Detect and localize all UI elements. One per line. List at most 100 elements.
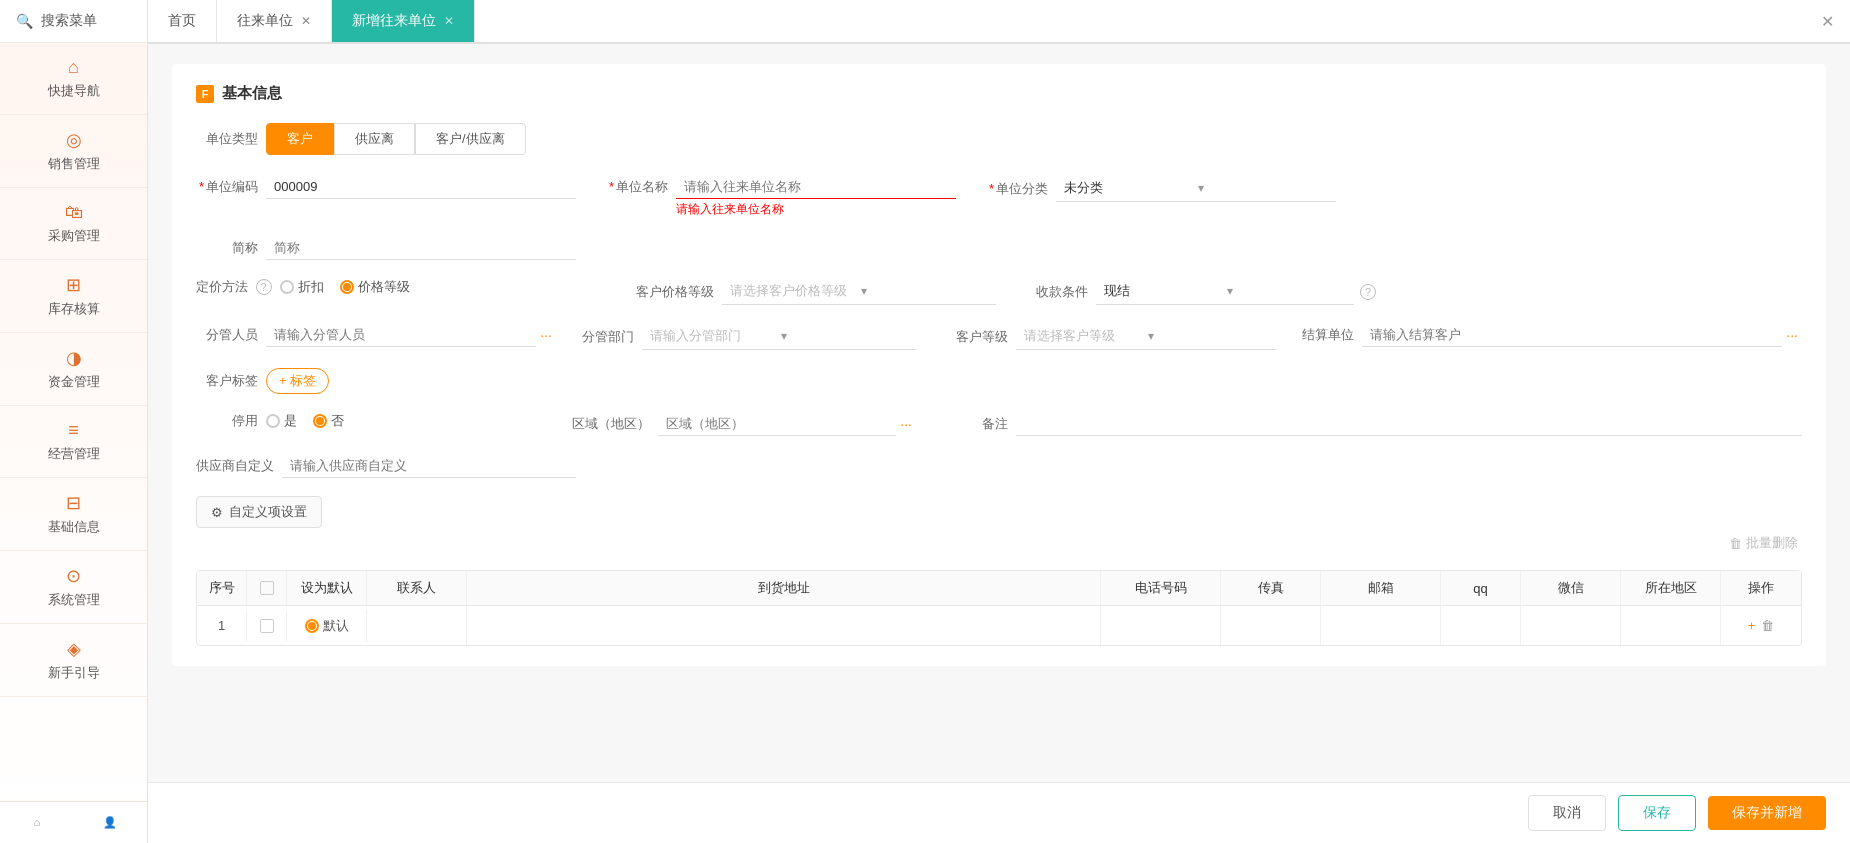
section-icon: F	[196, 85, 214, 103]
sidebar-item-label: 经营管理	[48, 445, 100, 463]
custom-settings-area: ⚙ 自定义项设置	[196, 496, 1802, 528]
name-error-text: 请输入往来单位名称	[606, 201, 784, 218]
payment-value: 现结	[1104, 282, 1223, 300]
custom-settings-button[interactable]: ⚙ 自定义项设置	[196, 496, 322, 528]
col-header-no: 序号	[197, 571, 247, 605]
cell-qq[interactable]	[1441, 606, 1521, 645]
disabled-yes-circle	[266, 414, 280, 428]
phone-input[interactable]	[1101, 614, 1221, 637]
content-area: F 基本信息 单位类型 客户 供应离 客户/供应离 *单位编	[148, 44, 1850, 782]
col-header-contact: 联系人	[367, 571, 467, 605]
cell-phone[interactable]	[1101, 606, 1221, 645]
tag-row: 客户标签 + 标签	[196, 368, 1802, 394]
cell-fax[interactable]	[1221, 606, 1321, 645]
region-input[interactable]	[658, 412, 896, 436]
customer-level-placeholder: 请选择客户等级	[1024, 327, 1144, 345]
region-field: 区域（地区） ···	[556, 412, 916, 436]
capital-icon: ◑	[66, 347, 82, 369]
save-button[interactable]: 保存	[1618, 795, 1696, 831]
tab-close-all-button[interactable]: ✕	[1805, 0, 1850, 42]
disabled-no-radio[interactable]: 否	[313, 412, 344, 430]
pricing-level-radio[interactable]: 价格等级	[340, 278, 410, 296]
tab-home[interactable]: 首页	[148, 0, 217, 42]
cell-check[interactable]	[247, 611, 287, 641]
unit-type-customer[interactable]: 客户	[266, 123, 334, 155]
cancel-button[interactable]: 取消	[1528, 795, 1606, 831]
pricing-level-dot	[343, 283, 351, 291]
quick-nav-icon: ⌂	[68, 57, 79, 78]
custom-settings-label: 自定义项设置	[229, 503, 307, 521]
sidebar-search[interactable]: 🔍 搜索菜单	[0, 0, 147, 43]
sidebar-bottom: ⌂ 👤	[0, 801, 147, 843]
sidebar-item-purchase[interactable]: 🛍 采购管理	[0, 188, 147, 260]
default-radio-circle	[305, 619, 319, 633]
disabled-label: 停用	[196, 412, 266, 430]
cell-region[interactable]	[1621, 606, 1721, 645]
table-header-checkbox[interactable]	[260, 581, 274, 595]
unit-type-field: 单位类型 客户 供应离 客户/供应离	[196, 123, 1802, 155]
pricing-discount-radio[interactable]: 折扣	[280, 278, 324, 296]
row-checkbox[interactable]	[260, 619, 274, 633]
customer-price-select[interactable]: 请选择客户价格等级 ▾	[722, 278, 996, 305]
disabled-no-circle	[313, 414, 327, 428]
sidebar-item-newbie[interactable]: ◈ 新手引导	[0, 624, 147, 697]
tab-partner-new[interactable]: 新增往来单位 ✕	[332, 0, 475, 42]
row-add-button[interactable]: +	[1748, 618, 1756, 633]
sidebar-item-capital[interactable]: ◑ 资金管理	[0, 333, 147, 406]
remark-input[interactable]	[1016, 412, 1802, 436]
sidebar-item-quick-nav[interactable]: ⌂ 快捷导航	[0, 43, 147, 115]
default-radio[interactable]: 默认	[305, 617, 349, 635]
sidebar-home-btn[interactable]: ⌂	[0, 810, 74, 835]
row-delete-button[interactable]: 🗑	[1761, 618, 1774, 633]
manager-more-button[interactable]: ···	[536, 327, 556, 343]
pricing-help-icon[interactable]: ?	[256, 279, 272, 295]
disabled-yes-radio[interactable]: 是	[266, 412, 297, 430]
contact-input[interactable]	[377, 614, 456, 637]
address-input[interactable]	[477, 614, 1090, 637]
tab-partner-list[interactable]: 往来单位 ✕	[217, 0, 332, 42]
settlement-input[interactable]	[1362, 323, 1782, 347]
name-input[interactable]	[676, 175, 956, 199]
cell-contact[interactable]	[367, 606, 467, 645]
settlement-field: 结算单位 ···	[1276, 323, 1802, 347]
tab-partner-new-close[interactable]: ✕	[444, 14, 454, 28]
remark-label: 备注	[946, 415, 1016, 433]
region-more-button[interactable]: ···	[896, 416, 916, 432]
unit-type-supplier[interactable]: 供应离	[334, 123, 415, 155]
code-input[interactable]	[266, 175, 576, 199]
sidebar-item-basic[interactable]: ⊟ 基础信息	[0, 478, 147, 551]
tab-partner-list-close[interactable]: ✕	[301, 14, 311, 28]
payment-chevron-icon: ▾	[1227, 284, 1346, 298]
customer-level-select[interactable]: 请选择客户等级 ▾	[1016, 323, 1276, 350]
default-radio-label: 默认	[323, 617, 349, 635]
category-chevron-icon: ▾	[1198, 181, 1328, 195]
dept-select[interactable]: 请输入分管部门 ▾	[642, 323, 916, 350]
sidebar-item-sales[interactable]: ◎ 销售管理	[0, 115, 147, 188]
abbr-input[interactable]	[266, 236, 576, 260]
code-name-category-row: *单位编码 *单位名称 请输入往来单位名称 *单位分类	[196, 175, 1802, 218]
add-tag-button[interactable]: + 标签	[266, 368, 329, 394]
sidebar-item-inventory[interactable]: ⊞ 库存核算	[0, 260, 147, 333]
save-new-button[interactable]: 保存并新增	[1708, 796, 1826, 830]
sidebar-item-operation[interactable]: ≡ 经营管理	[0, 406, 147, 478]
table-region-input[interactable]	[1611, 614, 1731, 637]
batch-delete-label[interactable]: 批量删除	[1746, 534, 1798, 552]
pricing-level-label: 价格等级	[358, 278, 410, 296]
fax-input[interactable]	[1211, 614, 1331, 637]
pricing-field: 定价方法 ? 折扣 价格等级	[196, 278, 616, 296]
newbie-icon: ◈	[67, 638, 81, 660]
operation-icon: ≡	[68, 420, 79, 441]
manager-input[interactable]	[266, 323, 536, 347]
payment-help-icon[interactable]: ?	[1360, 284, 1376, 300]
supplier-custom-input[interactable]	[282, 454, 576, 478]
cell-address[interactable]	[467, 606, 1101, 645]
payment-select[interactable]: 现结 ▾	[1096, 278, 1354, 305]
sidebar-user-btn[interactable]: 👤	[74, 810, 148, 835]
unit-type-both[interactable]: 客户/供应离	[415, 123, 526, 155]
cell-wechat[interactable]	[1521, 606, 1621, 645]
category-select[interactable]: 未分类 ▾	[1056, 175, 1336, 202]
col-header-address: 到货地址	[467, 571, 1101, 605]
settlement-more-button[interactable]: ···	[1782, 327, 1802, 343]
sidebar-item-system[interactable]: ⊙ 系统管理	[0, 551, 147, 624]
customer-level-chevron-icon: ▾	[1148, 329, 1268, 343]
